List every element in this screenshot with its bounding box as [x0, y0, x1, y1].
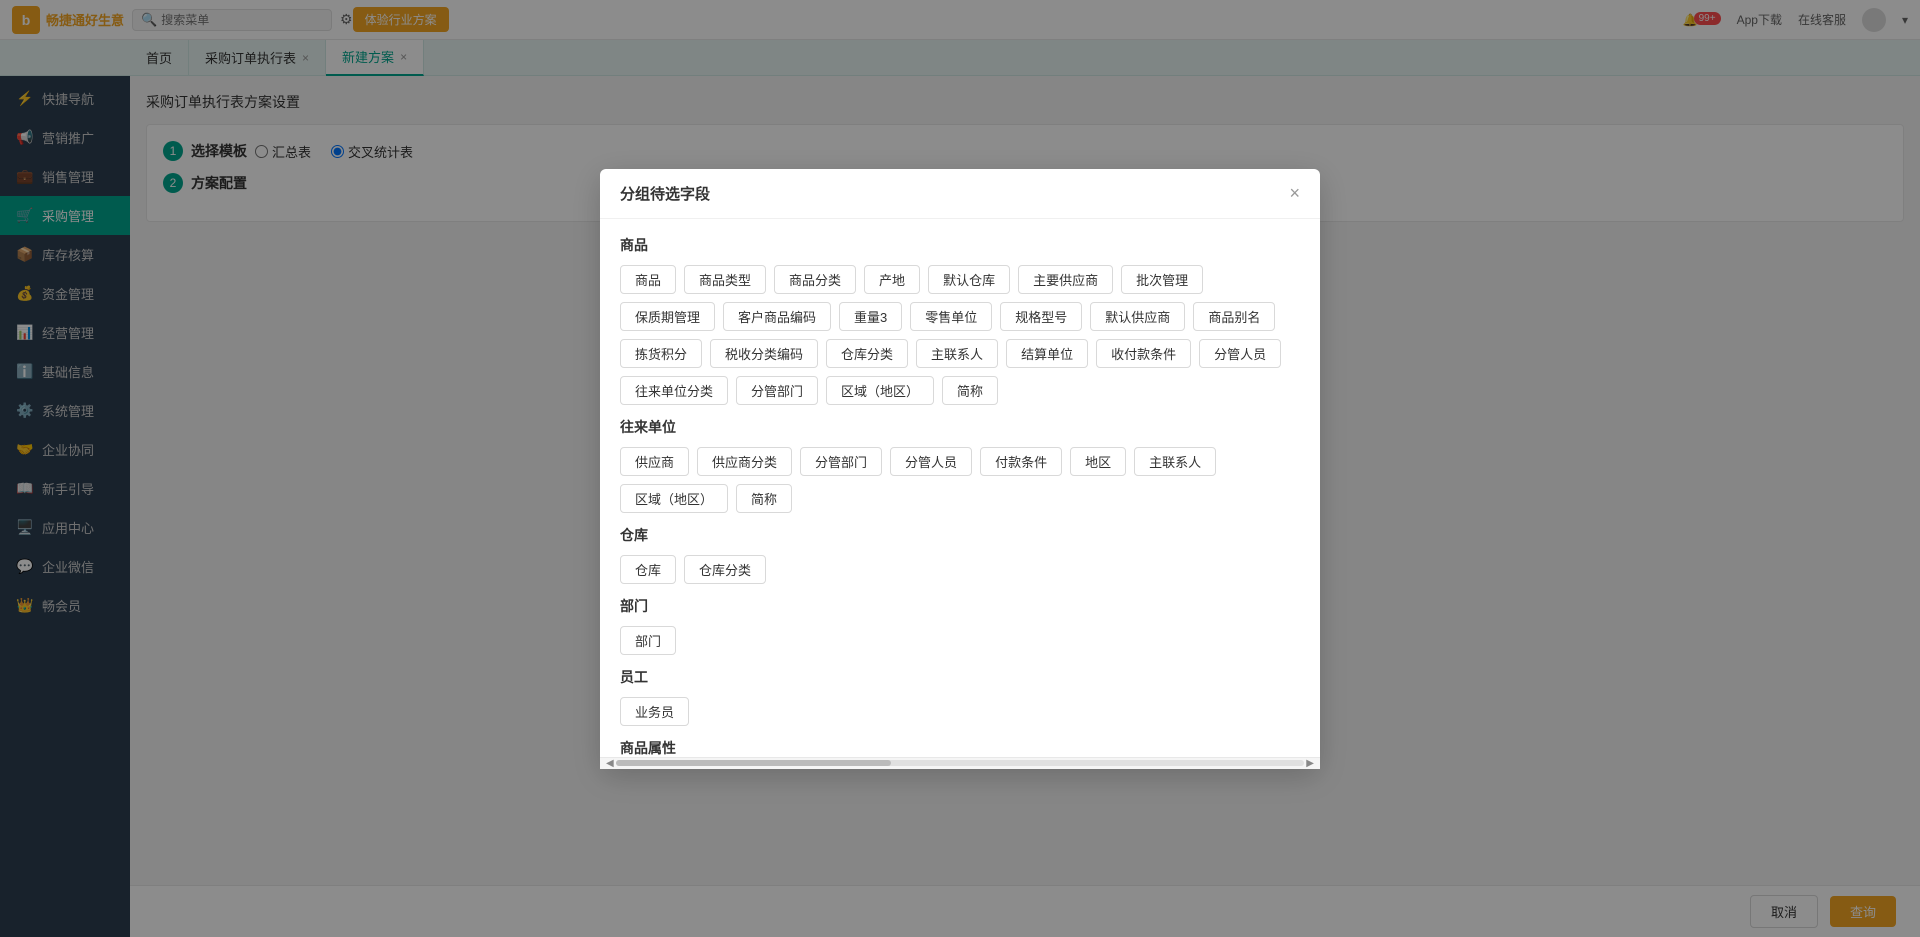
- field-chip[interactable]: 重量3: [839, 302, 902, 331]
- field-group-title: 商品: [620, 235, 1300, 255]
- field-chip[interactable]: 简称: [736, 484, 792, 513]
- field-chip[interactable]: 税收分类编码: [710, 339, 818, 368]
- field-chip[interactable]: 往来单位分类: [620, 376, 728, 405]
- field-chip[interactable]: 分管人员: [890, 447, 972, 476]
- field-chip[interactable]: 付款条件: [980, 447, 1062, 476]
- field-chip[interactable]: 地区: [1070, 447, 1126, 476]
- field-chip[interactable]: 业务员: [620, 697, 689, 726]
- field-chips: 仓库仓库分类: [620, 555, 1300, 584]
- field-chips: 商品商品类型商品分类产地默认仓库主要供应商批次管理保质期管理客户商品编码重量3 零…: [620, 265, 1300, 405]
- modal-header: 分组待选字段 ×: [600, 169, 1320, 219]
- field-group-title: 商品属性: [620, 738, 1300, 757]
- field-chip[interactable]: 区域（地区）: [826, 376, 934, 405]
- field-chip[interactable]: 结算单位: [1006, 339, 1088, 368]
- modal-close-button[interactable]: ×: [1289, 184, 1300, 202]
- field-chip[interactable]: 产地: [864, 265, 920, 294]
- field-chip[interactable]: 仓库分类: [826, 339, 908, 368]
- field-chip[interactable]: 主联系人: [1134, 447, 1216, 476]
- field-chip[interactable]: 商品分类: [774, 265, 856, 294]
- modal-horizontal-scrollbar[interactable]: ◀ ▶: [600, 757, 1320, 769]
- field-chip[interactable]: 供应商分类: [697, 447, 792, 476]
- field-chip[interactable]: 保质期管理: [620, 302, 715, 331]
- field-chip[interactable]: 默认仓库: [928, 265, 1010, 294]
- field-chip[interactable]: 收付款条件: [1096, 339, 1191, 368]
- hscroll-track: [616, 760, 1305, 766]
- field-chips: 部门: [620, 626, 1300, 655]
- field-chip[interactable]: 商品别名: [1193, 302, 1275, 331]
- field-chip[interactable]: 主联系人: [916, 339, 998, 368]
- field-chip[interactable]: 默认供应商: [1090, 302, 1185, 331]
- field-chip[interactable]: 简称: [942, 376, 998, 405]
- field-chip[interactable]: 商品类型: [684, 265, 766, 294]
- field-chip[interactable]: 拣货积分: [620, 339, 702, 368]
- scroll-right-arrow[interactable]: ▶: [1304, 758, 1316, 769]
- modal-body: 商品商品商品类型商品分类产地默认仓库主要供应商批次管理保质期管理客户商品编码重量…: [600, 219, 1320, 757]
- field-chip[interactable]: 分管人员: [1199, 339, 1281, 368]
- field-chip[interactable]: 批次管理: [1121, 265, 1203, 294]
- field-chip[interactable]: 部门: [620, 626, 676, 655]
- field-group-title: 员工: [620, 667, 1300, 687]
- field-chip[interactable]: 供应商: [620, 447, 689, 476]
- field-chip[interactable]: 仓库: [620, 555, 676, 584]
- modal-title: 分组待选字段: [620, 183, 710, 204]
- field-chip[interactable]: 零售单位: [910, 302, 992, 331]
- field-group-title: 部门: [620, 596, 1300, 616]
- field-chip[interactable]: 区域（地区）: [620, 484, 728, 513]
- field-chip[interactable]: 规格型号: [1000, 302, 1082, 331]
- hscroll-thumb: [616, 760, 891, 766]
- field-group-title: 往来单位: [620, 417, 1300, 437]
- modal-overlay: 分组待选字段 × 商品商品商品类型商品分类产地默认仓库主要供应商批次管理保质期管…: [0, 0, 1920, 937]
- modal-dialog: 分组待选字段 × 商品商品商品类型商品分类产地默认仓库主要供应商批次管理保质期管…: [600, 169, 1320, 769]
- field-chip[interactable]: 分管部门: [800, 447, 882, 476]
- scroll-left-arrow[interactable]: ◀: [604, 758, 616, 769]
- field-chip[interactable]: 主要供应商: [1018, 265, 1113, 294]
- field-chips: 业务员: [620, 697, 1300, 726]
- field-chip[interactable]: 分管部门: [736, 376, 818, 405]
- field-chips: 供应商供应商分类分管部门分管人员付款条件地区主联系人区域（地区） 简称: [620, 447, 1300, 513]
- field-chip[interactable]: 商品: [620, 265, 676, 294]
- field-chip[interactable]: 客户商品编码: [723, 302, 831, 331]
- field-chip[interactable]: 仓库分类: [684, 555, 766, 584]
- field-group-title: 仓库: [620, 525, 1300, 545]
